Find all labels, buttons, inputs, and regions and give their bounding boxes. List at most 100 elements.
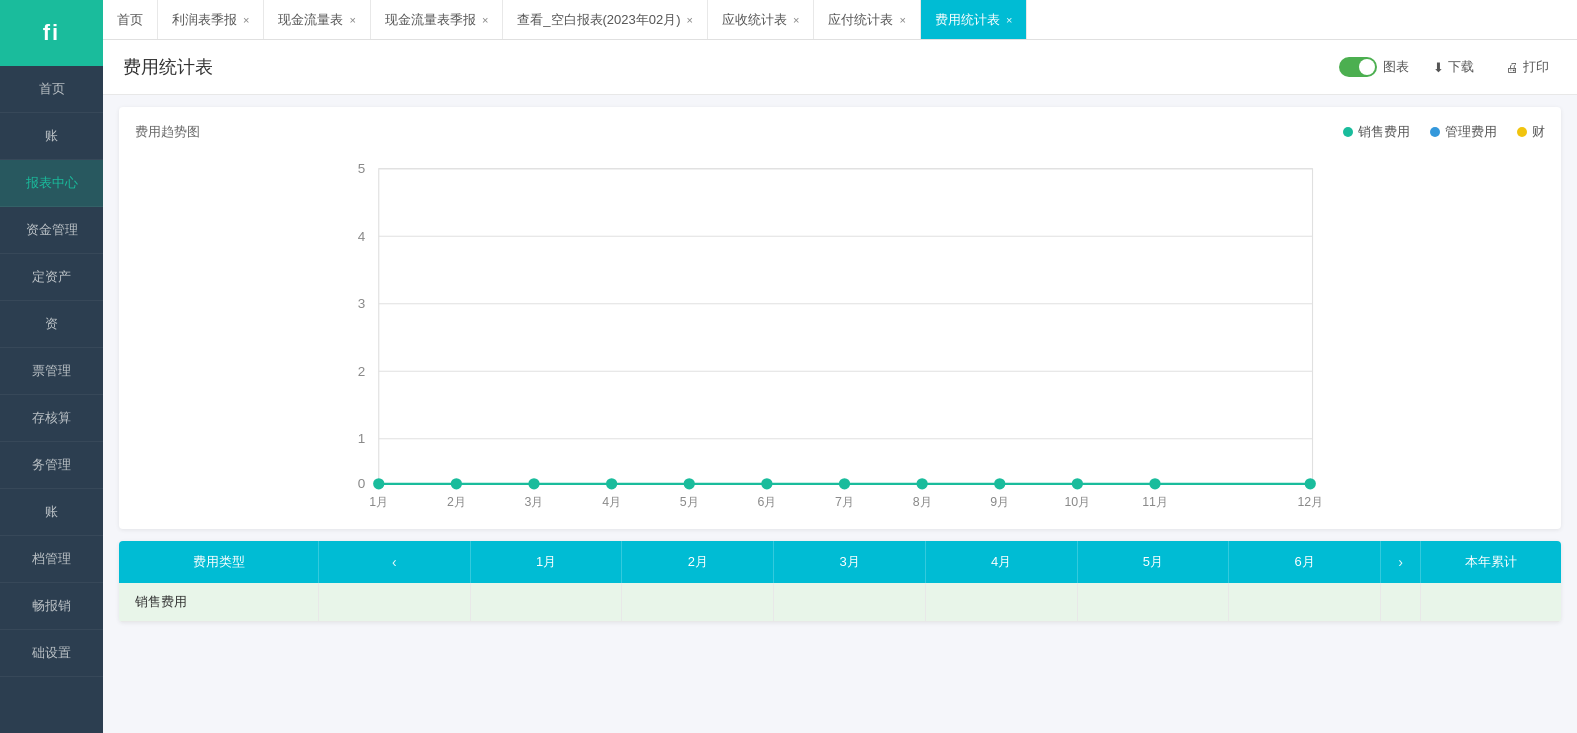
- cell-m2: [622, 583, 774, 621]
- chart-legend: 销售费用 管理费用 财: [1343, 123, 1545, 141]
- chart-toggle[interactable]: [1339, 57, 1377, 77]
- svg-text:9月: 9月: [990, 495, 1009, 509]
- svg-text:0: 0: [358, 476, 366, 491]
- col-prev[interactable]: ‹: [319, 541, 471, 583]
- chart-toggle-label: 图表: [1383, 58, 1409, 76]
- cell-m1: [471, 583, 623, 621]
- close-tab-blank-report[interactable]: ×: [687, 14, 693, 26]
- svg-text:12月: 12月: [1297, 495, 1323, 509]
- col-m5: 5月: [1078, 541, 1230, 583]
- svg-text:11月: 11月: [1142, 495, 1168, 509]
- download-icon: ⬇: [1433, 60, 1444, 75]
- legend-dot-management: [1430, 127, 1440, 137]
- cell-m4: [926, 583, 1078, 621]
- close-tab-payables[interactable]: ×: [899, 14, 905, 26]
- svg-text:2月: 2月: [447, 495, 466, 509]
- print-icon: 🖨: [1506, 60, 1519, 75]
- sidebar-item-accounts[interactable]: 账: [0, 113, 103, 160]
- svg-point-15: [528, 478, 539, 489]
- close-tab-receivables[interactable]: ×: [793, 14, 799, 26]
- app-logo: fi: [0, 0, 103, 66]
- col-m3: 3月: [774, 541, 926, 583]
- tab-expense-stats[interactable]: 费用统计表 ×: [921, 0, 1027, 40]
- table-section: 费用类型 ‹ 1月 2月 3月 4月 5月: [119, 541, 1561, 622]
- close-tab-expense-stats[interactable]: ×: [1006, 14, 1012, 26]
- col-m1: 1月: [471, 541, 623, 583]
- tab-blank-report[interactable]: 查看_空白报表(2023年02月) ×: [503, 0, 708, 40]
- legend-dot-sales: [1343, 127, 1353, 137]
- tab-cash-flow-quarterly[interactable]: 现金流量表季报 ×: [371, 0, 503, 40]
- sidebar-item-fund-management[interactable]: 资金管理: [0, 207, 103, 254]
- svg-text:3: 3: [358, 296, 366, 311]
- cell-m6: [1229, 583, 1381, 621]
- tab-home[interactable]: 首页: [103, 0, 158, 40]
- sidebar-item-basic-settings[interactable]: 础设置: [0, 630, 103, 677]
- content-area: 费用统计表 图表 ⬇ 下载 🖨 打印 费用趋势图: [103, 40, 1577, 733]
- close-tab-cash-flow[interactable]: ×: [349, 14, 355, 26]
- cell-m3: [774, 583, 926, 621]
- next-arrow-icon[interactable]: ›: [1398, 554, 1403, 570]
- close-tab-profit-report[interactable]: ×: [243, 14, 249, 26]
- col-next[interactable]: ›: [1381, 541, 1421, 583]
- svg-text:4: 4: [358, 229, 366, 244]
- chart-header: 费用趋势图 销售费用 管理费用 财: [135, 123, 1545, 141]
- legend-label-finance: 财: [1532, 123, 1545, 141]
- cell-prev: [319, 583, 471, 621]
- tab-cash-flow[interactable]: 现金流量表 ×: [264, 0, 370, 40]
- svg-text:2: 2: [358, 364, 366, 379]
- cell-ytd: [1421, 583, 1561, 621]
- page-title: 费用统计表: [123, 55, 213, 79]
- sidebar-item-report-center[interactable]: 报表中心: [0, 160, 103, 207]
- print-button[interactable]: 🖨 打印: [1498, 54, 1557, 80]
- svg-point-22: [1072, 478, 1083, 489]
- table-row: 销售费用: [119, 583, 1561, 622]
- sidebar-item-inventory[interactable]: 存核算: [0, 395, 103, 442]
- svg-text:1: 1: [358, 431, 366, 446]
- svg-point-20: [917, 478, 928, 489]
- sidebar-item-ledger[interactable]: 账: [0, 489, 103, 536]
- svg-point-21: [994, 478, 1005, 489]
- svg-text:1月: 1月: [369, 495, 388, 509]
- table-body: 销售费用: [119, 583, 1561, 622]
- svg-text:8月: 8月: [913, 495, 932, 509]
- sidebar-item-home[interactable]: 首页: [0, 66, 103, 113]
- chart-toggle-wrap[interactable]: 图表: [1339, 57, 1409, 77]
- svg-text:5: 5: [358, 161, 366, 176]
- sidebar-item-expense-cancel[interactable]: 畅报销: [0, 583, 103, 630]
- tab-bar: 首页 利润表季报 × 现金流量表 × 现金流量表季报 × 查看_空白报表(202…: [103, 0, 1577, 40]
- header-actions: 图表 ⬇ 下载 🖨 打印: [1339, 54, 1557, 80]
- svg-text:10月: 10月: [1065, 495, 1091, 509]
- svg-text:4月: 4月: [602, 495, 621, 509]
- legend-label-sales: 销售费用: [1358, 123, 1410, 141]
- cell-m5: [1078, 583, 1230, 621]
- sidebar-item-fixed-assets[interactable]: 定资产: [0, 254, 103, 301]
- svg-point-19: [839, 478, 850, 489]
- svg-point-14: [451, 478, 462, 489]
- svg-text:6月: 6月: [757, 495, 776, 509]
- svg-text:3月: 3月: [525, 495, 544, 509]
- download-button[interactable]: ⬇ 下载: [1425, 54, 1482, 80]
- tab-profit-report[interactable]: 利润表季报 ×: [158, 0, 264, 40]
- chart-svg: 5 4 3 2 1 0: [135, 153, 1545, 513]
- svg-text:5月: 5月: [680, 495, 699, 509]
- tab-payables[interactable]: 应付统计表 ×: [814, 0, 920, 40]
- sidebar-item-file-management[interactable]: 档管理: [0, 536, 103, 583]
- cell-type: 销售费用: [119, 583, 319, 621]
- col-m4: 4月: [926, 541, 1078, 583]
- sidebar-item-service-management[interactable]: 务管理: [0, 442, 103, 489]
- svg-point-23: [1149, 478, 1160, 489]
- svg-rect-12: [379, 169, 1313, 484]
- prev-arrow-icon[interactable]: ‹: [392, 554, 397, 570]
- tab-receivables[interactable]: 应收统计表 ×: [708, 0, 814, 40]
- svg-point-16: [606, 478, 617, 489]
- col-m2: 2月: [622, 541, 774, 583]
- chart-svg-wrap: 5 4 3 2 1 0: [135, 153, 1545, 513]
- sidebar-item-capital[interactable]: 资: [0, 301, 103, 348]
- close-tab-cash-flow-quarterly[interactable]: ×: [482, 14, 488, 26]
- svg-point-17: [684, 478, 695, 489]
- main-area: 首页 利润表季报 × 现金流量表 × 现金流量表季报 × 查看_空白报表(202…: [103, 0, 1577, 733]
- page-header: 费用统计表 图表 ⬇ 下载 🖨 打印: [103, 40, 1577, 95]
- chart-section: 费用趋势图 销售费用 管理费用 财: [119, 107, 1561, 529]
- svg-point-24: [1305, 478, 1316, 489]
- sidebar-item-ticket-management[interactable]: 票管理: [0, 348, 103, 395]
